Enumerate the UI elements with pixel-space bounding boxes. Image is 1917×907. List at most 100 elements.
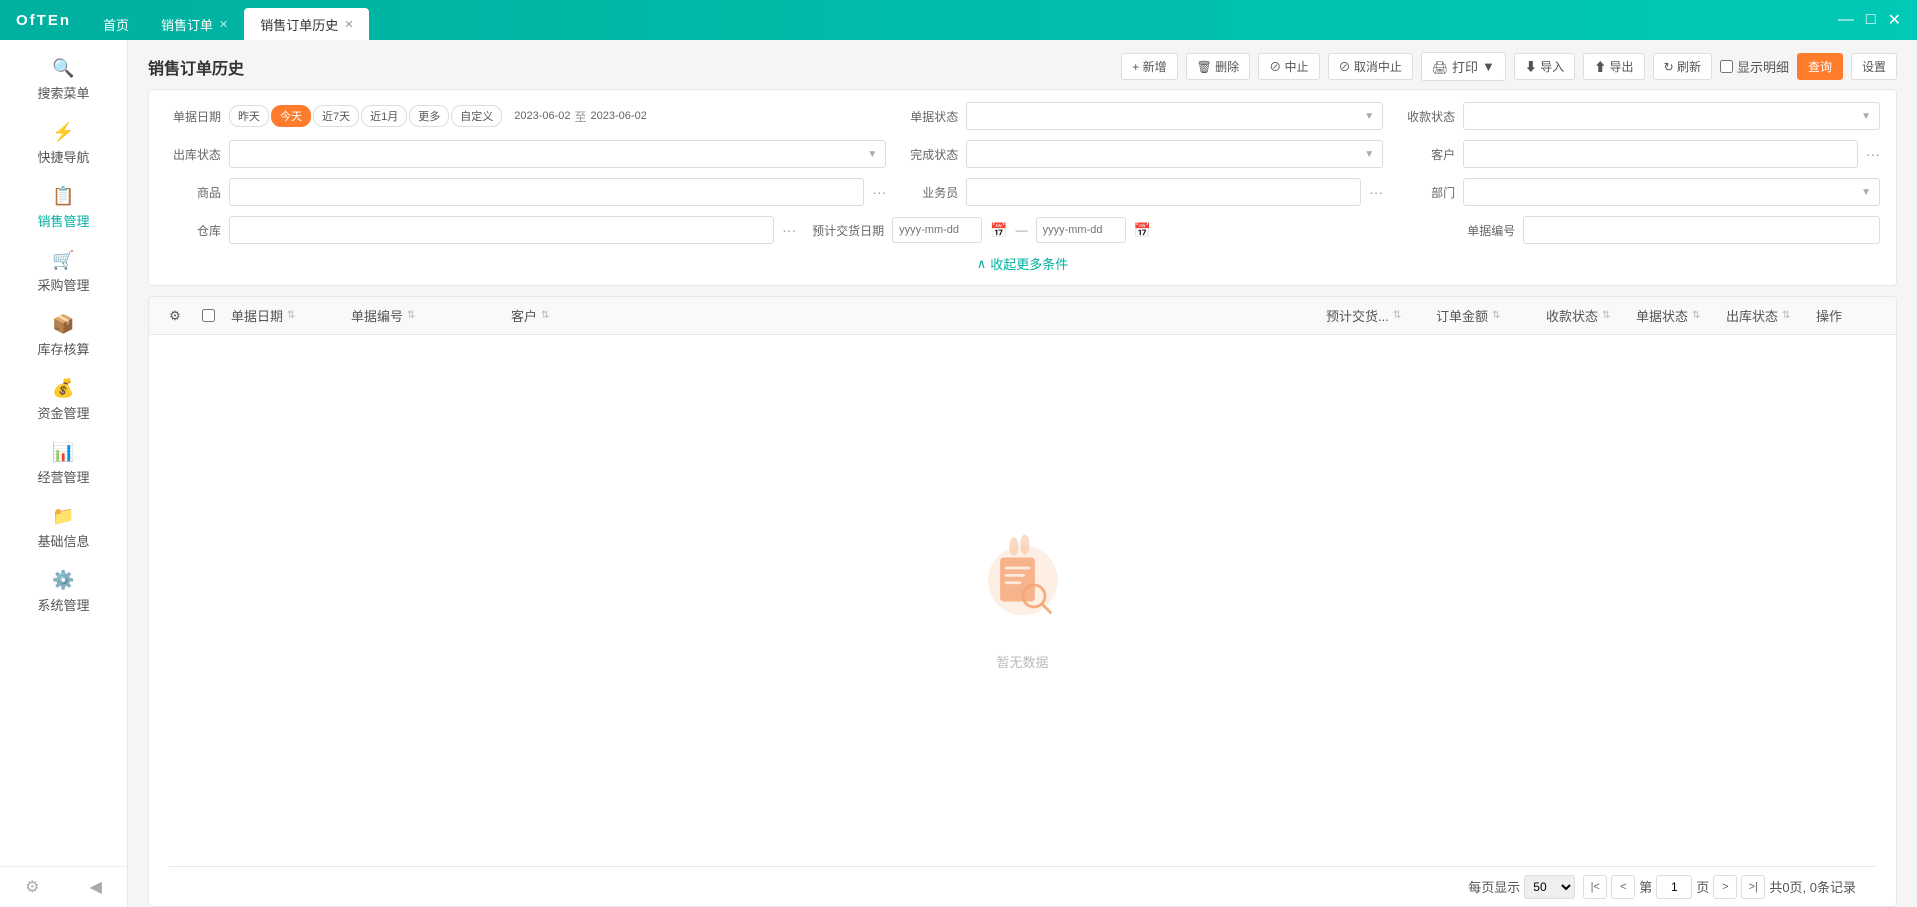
window-close-icon[interactable]: ✕ bbox=[1888, 10, 1901, 30]
tab-sales-order-history[interactable]: 销售订单历史 ✕ bbox=[244, 8, 369, 40]
date-more-btn[interactable]: 更多 bbox=[409, 105, 449, 127]
delete-button[interactable]: 🗑 删除 bbox=[1186, 53, 1251, 80]
bill-status-arrow-icon: ▼ bbox=[1364, 111, 1374, 122]
window-controls: — □ ✕ bbox=[1822, 10, 1917, 30]
top-bar: OfTEn 首页 销售订单 ✕ 销售订单历史 ✕ — □ ✕ bbox=[0, 0, 1917, 40]
new-button[interactable]: + 新增 bbox=[1121, 53, 1177, 80]
collection-status-select[interactable]: ▼ bbox=[1463, 102, 1880, 130]
goods-label: 商品 bbox=[165, 184, 221, 201]
import-button[interactable]: ⬇ 导入 bbox=[1514, 53, 1575, 80]
minimize-icon[interactable]: — bbox=[1838, 11, 1854, 29]
date-custom-btn[interactable]: 自定义 bbox=[451, 105, 502, 127]
tab-sales-order[interactable]: 销售订单 ✕ bbox=[145, 8, 244, 40]
show-detail-checkbox-label[interactable]: 显示明细 bbox=[1720, 57, 1789, 76]
maximize-icon[interactable]: □ bbox=[1866, 11, 1876, 29]
salesperson-dots-icon[interactable]: ··· bbox=[1369, 184, 1383, 200]
filter-area: 单据日期 昨天 今天 近7天 近1月 更多 自定义 2023-06-02 至 bbox=[148, 89, 1897, 286]
th-date[interactable]: 单据日期 ⇅ bbox=[223, 306, 343, 325]
customer-input[interactable] bbox=[1463, 140, 1858, 168]
toolbar: + 新增 🗑 删除 ⊘ 中止 ⊘ 取消中止 🖨 打印 ▼ ⬇ 导入 ⬆ 导出 ↻… bbox=[1121, 52, 1897, 81]
sidebar-item-basic-info[interactable]: 📁 基础信息 bbox=[0, 496, 127, 560]
sidebar-item-quick-nav[interactable]: ⚡ 快捷导航 bbox=[0, 112, 127, 176]
date-yesterday-btn[interactable]: 昨天 bbox=[229, 105, 269, 127]
settings-button[interactable]: 设置 bbox=[1851, 53, 1897, 80]
close-sales-order-history-tab-icon[interactable]: ✕ bbox=[344, 18, 353, 31]
warehouse-input[interactable] bbox=[229, 216, 774, 244]
th-out-status[interactable]: 出库状态 ⇅ bbox=[1718, 306, 1808, 325]
sidebar-item-inventory-calc[interactable]: 📦 库存核算 bbox=[0, 304, 127, 368]
date-today-btn[interactable]: 今天 bbox=[271, 105, 311, 127]
goods-input[interactable] bbox=[229, 178, 864, 206]
filter-field-dept: 部门 ▼ bbox=[1399, 178, 1880, 206]
first-page-button[interactable]: |< bbox=[1583, 875, 1607, 899]
th-customer[interactable]: 客户 ⇅ bbox=[503, 306, 1318, 325]
finance-mgmt-icon: 💰 bbox=[52, 378, 74, 399]
th-amount[interactable]: 订单金额 ⇅ bbox=[1428, 306, 1538, 325]
salesperson-input[interactable] bbox=[966, 178, 1361, 206]
page-header: 销售订单历史 + 新增 🗑 删除 ⊘ 中止 ⊘ 取消中止 🖨 打印 ▼ ⬇ 导入… bbox=[128, 40, 1917, 89]
stop-button[interactable]: ⊘ 中止 bbox=[1258, 53, 1319, 80]
refresh-button[interactable]: ↻ 刷新 bbox=[1653, 53, 1712, 80]
last-page-button[interactable]: >| bbox=[1741, 875, 1765, 899]
sidebar-item-operation-mgmt[interactable]: 📊 经营管理 bbox=[0, 432, 127, 496]
delivery-date-sep: — bbox=[1016, 223, 1028, 237]
filter-field-bill-status: 单据状态 ▼ bbox=[902, 102, 1383, 130]
filter-field-delivery-date: 预计交货日期 📅 — 📅 bbox=[812, 217, 1443, 243]
sort-collection-status-icon: ⇅ bbox=[1602, 310, 1610, 321]
select-all-checkbox[interactable] bbox=[202, 309, 215, 322]
sidebar-collapse-icon[interactable]: ◀ bbox=[90, 877, 102, 897]
delivery-date-to-input[interactable] bbox=[1036, 217, 1126, 243]
salesperson-label: 业务员 bbox=[902, 184, 958, 201]
page-size-select: 每页显示 10 20 50 100 bbox=[1468, 875, 1575, 899]
query-button[interactable]: 查询 bbox=[1797, 53, 1843, 80]
goods-dots-icon[interactable]: ··· bbox=[872, 184, 886, 200]
bill-status-select[interactable]: ▼ bbox=[966, 102, 1383, 130]
delivery-date-from-input[interactable] bbox=[892, 217, 982, 243]
th-settings[interactable]: ⚙ bbox=[157, 308, 193, 324]
page-size-dropdown[interactable]: 10 20 50 100 bbox=[1524, 875, 1575, 899]
th-bill-status[interactable]: 单据状态 ⇅ bbox=[1628, 306, 1718, 325]
next-page-button[interactable]: > bbox=[1713, 875, 1737, 899]
dept-label: 部门 bbox=[1399, 184, 1455, 201]
collapse-button[interactable]: ∧ 收起更多条件 bbox=[165, 254, 1880, 273]
tab-home[interactable]: 首页 bbox=[87, 8, 145, 40]
cancel-stop-button[interactable]: ⊘ 取消中止 bbox=[1328, 53, 1413, 80]
close-sales-order-tab-icon[interactable]: ✕ bbox=[219, 18, 228, 31]
date-1month-btn[interactable]: 近1月 bbox=[361, 105, 407, 127]
delivery-calendar-to-icon[interactable]: 📅 bbox=[1134, 222, 1151, 239]
show-detail-checkbox[interactable] bbox=[1720, 60, 1733, 73]
page-label: 页 bbox=[1696, 877, 1709, 896]
column-settings-icon[interactable]: ⚙ bbox=[169, 308, 181, 324]
th-checkbox[interactable] bbox=[193, 309, 223, 322]
print-button[interactable]: 🖨 打印 ▼ bbox=[1421, 52, 1506, 81]
filter-field-bill-no: 单据编号 bbox=[1459, 216, 1880, 244]
content-area: 销售订单历史 + 新增 🗑 删除 ⊘ 中止 ⊘ 取消中止 🖨 打印 ▼ ⬇ 导入… bbox=[128, 40, 1917, 907]
page-number-input[interactable] bbox=[1656, 875, 1692, 899]
customer-dots-icon[interactable]: ··· bbox=[1866, 146, 1880, 162]
th-num[interactable]: 单据编号 ⇅ bbox=[343, 306, 503, 325]
collection-status-arrow-icon: ▼ bbox=[1861, 111, 1871, 122]
th-ops: 操作 bbox=[1808, 306, 1888, 325]
sidebar-item-purchase-mgmt[interactable]: 🛒 采购管理 bbox=[0, 240, 127, 304]
purchase-mgmt-icon: 🛒 bbox=[52, 250, 74, 271]
delivery-calendar-from-icon[interactable]: 📅 bbox=[990, 222, 1007, 239]
sidebar-item-search-menu[interactable]: 🔍 搜索菜单 bbox=[0, 48, 127, 112]
date-7days-btn[interactable]: 近7天 bbox=[313, 105, 359, 127]
dept-select[interactable]: ▼ bbox=[1463, 178, 1880, 206]
complete-status-select[interactable]: ▼ bbox=[966, 140, 1383, 168]
bill-no-input[interactable] bbox=[1523, 216, 1880, 244]
sidebar-item-system-mgmt[interactable]: ⚙️ 系统管理 bbox=[0, 560, 127, 624]
collection-status-label: 收款状态 bbox=[1399, 108, 1455, 125]
warehouse-dots-icon[interactable]: ··· bbox=[782, 222, 796, 238]
sort-customer-icon: ⇅ bbox=[541, 310, 549, 321]
sidebar-settings-icon[interactable]: ⚙ bbox=[25, 877, 39, 897]
th-collection-status[interactable]: 收款状态 ⇅ bbox=[1538, 306, 1628, 325]
export-button[interactable]: ⬆ 导出 bbox=[1583, 53, 1644, 80]
sidebar-item-sales-mgmt[interactable]: 📋 销售管理 bbox=[0, 176, 127, 240]
prev-page-button[interactable]: < bbox=[1611, 875, 1635, 899]
out-status-select[interactable]: ▼ bbox=[229, 140, 886, 168]
sidebar-item-finance-mgmt[interactable]: 💰 资金管理 bbox=[0, 368, 127, 432]
page-nav: |< < 第 页 > >| 共0页, 0条记录 bbox=[1583, 875, 1856, 899]
th-delivery[interactable]: 预计交货... ⇅ bbox=[1318, 306, 1428, 325]
page-title: 销售订单历史 bbox=[148, 55, 244, 79]
